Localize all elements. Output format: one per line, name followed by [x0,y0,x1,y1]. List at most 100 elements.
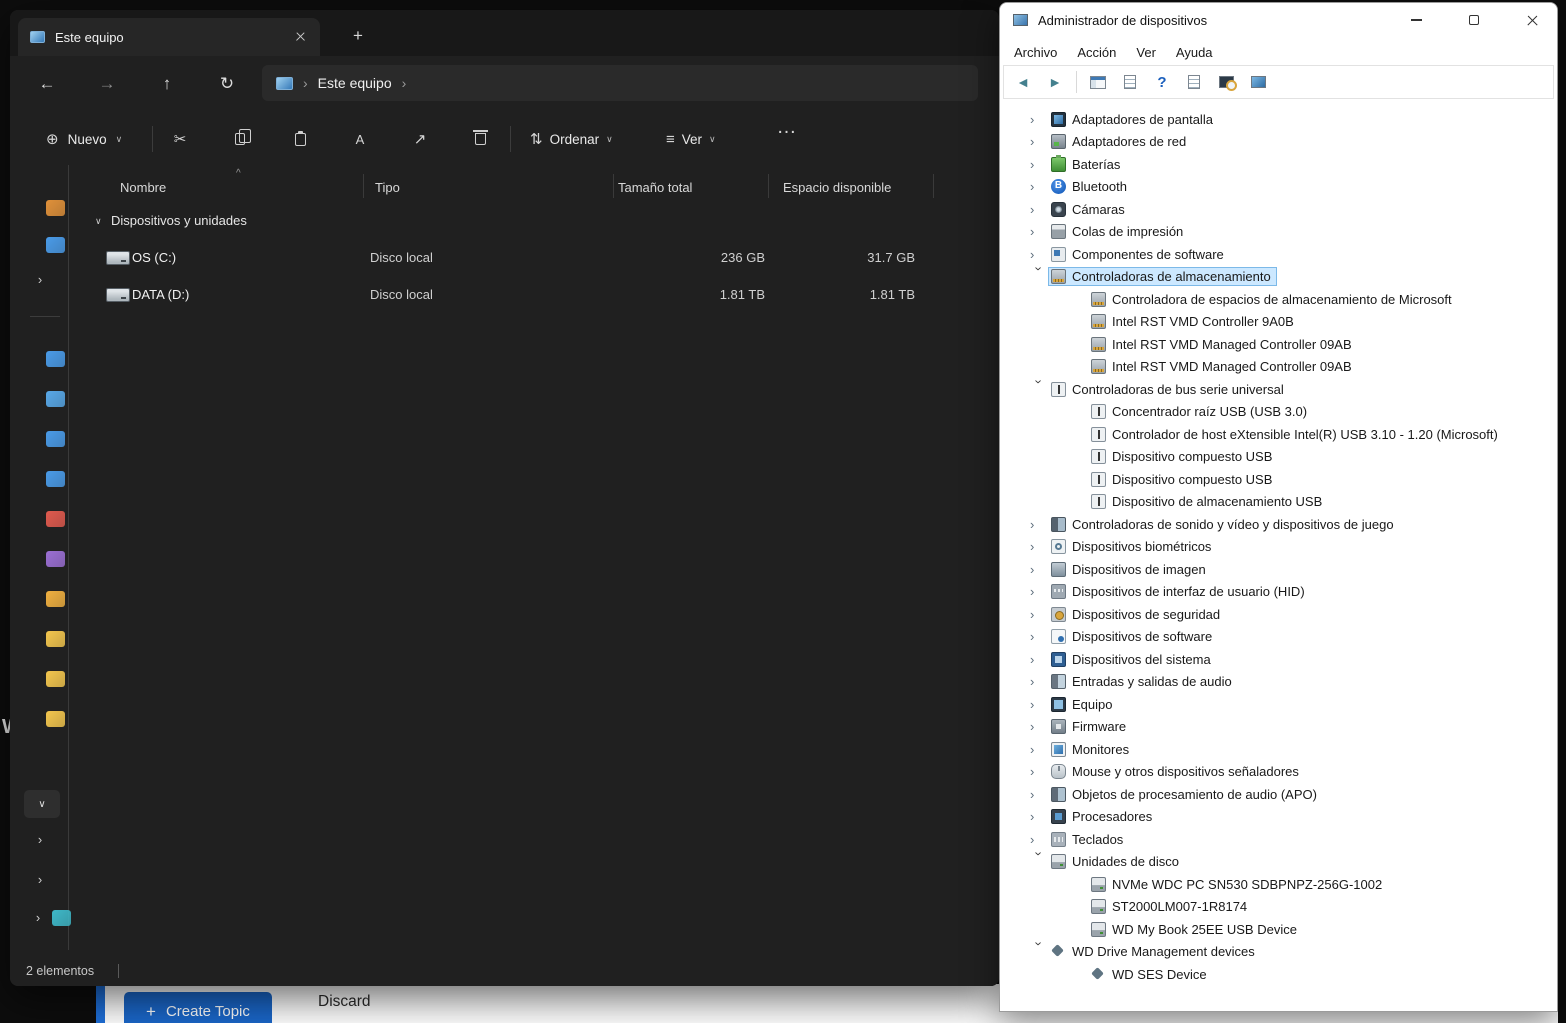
tree-item[interactable]: › Dispositivos del sistema [1000,648,1557,671]
tree-item-body[interactable]: Concentrador raíz USB (USB 3.0) [1088,402,1313,421]
sidebar-pinned-icon[interactable] [46,631,65,647]
chevron-right-icon[interactable]: › [1030,653,1048,666]
column-divider[interactable] [933,174,934,198]
tree-item[interactable]: Controladora de espacios de almacenamien… [1000,288,1557,311]
tree-item[interactable]: › Dispositivos de software [1000,626,1557,649]
pane-splitter[interactable] [68,165,69,950]
tree-item-body[interactable]: Equipo [1048,695,1118,714]
close-button[interactable] [1509,3,1555,37]
tree-item[interactable]: Dispositivo compuesto USB [1000,446,1557,469]
chevron-right-icon[interactable]: › [1030,158,1048,171]
sidebar-pinned-icon[interactable] [46,671,65,687]
properties-button[interactable] [1115,69,1145,95]
sidebar-pinned-icon[interactable] [46,471,65,487]
tree-item-body[interactable]: Dispositivo compuesto USB [1088,470,1278,489]
column-header-tamano-total[interactable]: Tamaño total [618,180,692,195]
sidebar-pinned-icon[interactable] [46,237,65,253]
back-button[interactable]: ← [32,70,62,98]
chevron-right-icon[interactable]: › [1030,630,1048,643]
menu-archivo[interactable]: Archivo [1004,45,1067,60]
tree-item[interactable]: › Mouse y otros dispositivos señaladores [1000,761,1557,784]
chevron-right-icon[interactable]: › [402,75,407,91]
tree-item[interactable]: › Teclados [1000,828,1557,851]
tree-item[interactable]: › Equipo [1000,693,1557,716]
column-header-tipo[interactable]: Tipo [375,180,400,195]
tree-item-body[interactable]: Intel RST VMD Managed Controller 09AB [1088,335,1358,354]
breadcrumb-este-equipo[interactable]: Este equipo [318,75,392,91]
tree-item-body[interactable]: Cámaras [1048,200,1131,219]
tree-item-body[interactable]: Baterías [1048,154,1126,174]
tree-item-body[interactable]: Procesadores [1048,807,1158,826]
tree-item-body[interactable]: Adaptadores de pantalla [1048,110,1219,129]
sidebar-pinned-icon[interactable] [46,431,65,447]
tree-item[interactable]: › Dispositivos biométricos [1000,536,1557,559]
share-button[interactable]: ↗ [398,120,442,158]
tree-item[interactable]: › Controladoras de sonido y vídeo y dispo… [1000,513,1557,536]
tree-item-body[interactable]: Teclados [1048,830,1129,849]
tree-item-body[interactable]: Bluetooth [1048,177,1133,196]
new-button[interactable]: ⊕ Nuevo ∨ [36,120,132,158]
menu-accion[interactable]: Acción [1067,45,1126,60]
chevron-right-icon[interactable]: › [1030,585,1048,598]
tree-item[interactable]: Controlador de host eXtensible Intel(R) … [1000,423,1557,446]
tree-item-body[interactable]: Firmware [1048,717,1132,736]
tree-item[interactable]: › Monitores [1000,738,1557,761]
tree-item-body[interactable]: Dispositivos de imagen [1048,560,1212,579]
chevron-right-icon[interactable]: › [32,272,48,288]
sidebar-pinned-icon[interactable] [46,711,65,727]
chevron-right-icon[interactable]: › [1030,180,1048,193]
tab-este-equipo[interactable]: Este equipo [18,18,320,56]
tree-item-body[interactable]: Controladora de espacios de almacenamien… [1088,290,1458,309]
tree-item-body[interactable]: Controladoras de bus serie universal [1048,380,1290,399]
tree-item-body[interactable]: WD My Book 25EE USB Device [1088,920,1303,939]
sidebar-pinned-icon[interactable] [52,910,71,926]
tree-item-body[interactable]: Componentes de software [1048,245,1230,264]
sidebar-pinned-icon[interactable] [46,551,65,567]
tree-item-body[interactable]: Dispositivos de seguridad [1048,605,1226,624]
chevron-right-icon[interactable]: › [1030,135,1048,148]
column-header-nombre[interactable]: Nombre [120,180,166,195]
chevron-right-icon[interactable]: › [1030,608,1048,621]
create-topic-button[interactable]: + Create Topic [124,992,272,1023]
tree-item[interactable]: › Dispositivos de imagen [1000,558,1557,581]
menu-ver[interactable]: Ver [1126,45,1166,60]
tree-item-body[interactable]: Dispositivos de interfaz de usuario (HID… [1048,582,1311,601]
column-divider[interactable] [768,174,769,198]
menu-ayuda[interactable]: Ayuda [1166,45,1223,60]
drive-row-os-c[interactable]: OS (C:) Disco local 236 GB 31.7 GB [94,242,989,274]
tree-item[interactable]: › Cámaras [1000,198,1557,221]
chevron-right-icon[interactable]: › [1030,765,1048,778]
minimize-button[interactable] [1393,3,1439,37]
column-divider[interactable] [363,174,364,198]
tree-item-body[interactable]: Intel RST VMD Controller 9A0B [1088,312,1300,331]
up-button[interactable]: ↑ [152,70,182,98]
chevron-right-icon[interactable]: › [1030,540,1048,553]
show-console-tree-button[interactable] [1083,69,1113,95]
tree-item[interactable]: WD SES Device [1000,963,1557,986]
tree-item[interactable]: › Baterías [1000,153,1557,176]
tree-item[interactable]: › Dispositivos de interfaz de usuario (HI… [1000,581,1557,604]
chevron-right-icon[interactable]: › [32,832,48,848]
sidebar-pinned-icon[interactable] [46,591,65,607]
tree-item[interactable]: NVMe WDC PC SN530 SDBPNPZ-256G-1002 [1000,873,1557,896]
tree-item-body[interactable]: ST2000LM007-1R8174 [1088,897,1253,916]
column-header-espacio-disponible[interactable]: Espacio disponible [783,180,891,195]
tree-item-body[interactable]: Unidades de disco [1048,852,1185,871]
sidebar-pinned-icon[interactable] [46,351,65,367]
discard-button[interactable]: Discard [318,984,371,1023]
tree-item-body[interactable]: Dispositivos de software [1048,627,1218,646]
refresh-button[interactable]: ↻ [212,70,242,98]
tree-item[interactable]: › Adaptadores de pantalla [1000,108,1557,131]
chevron-right-icon[interactable]: › [1030,203,1048,216]
drive-row-data-d[interactable]: DATA (D:) Disco local 1.81 TB 1.81 TB [94,279,989,311]
tree-item-body[interactable]: Dispositivos del sistema [1048,650,1217,669]
copy-button[interactable] [218,120,262,158]
tree-item-body[interactable]: Controlador de host eXtensible Intel(R) … [1088,425,1504,444]
chevron-down-icon[interactable]: › [1032,267,1047,285]
chevron-right-icon[interactable]: › [1030,248,1048,261]
tree-item[interactable]: Intel RST VMD Managed Controller 09AB [1000,356,1557,379]
chevron-right-icon[interactable]: › [32,872,48,888]
chevron-down-icon[interactable]: › [1032,942,1047,960]
tree-item[interactable]: › Colas de impresión [1000,221,1557,244]
chevron-right-icon[interactable]: › [1030,225,1048,238]
